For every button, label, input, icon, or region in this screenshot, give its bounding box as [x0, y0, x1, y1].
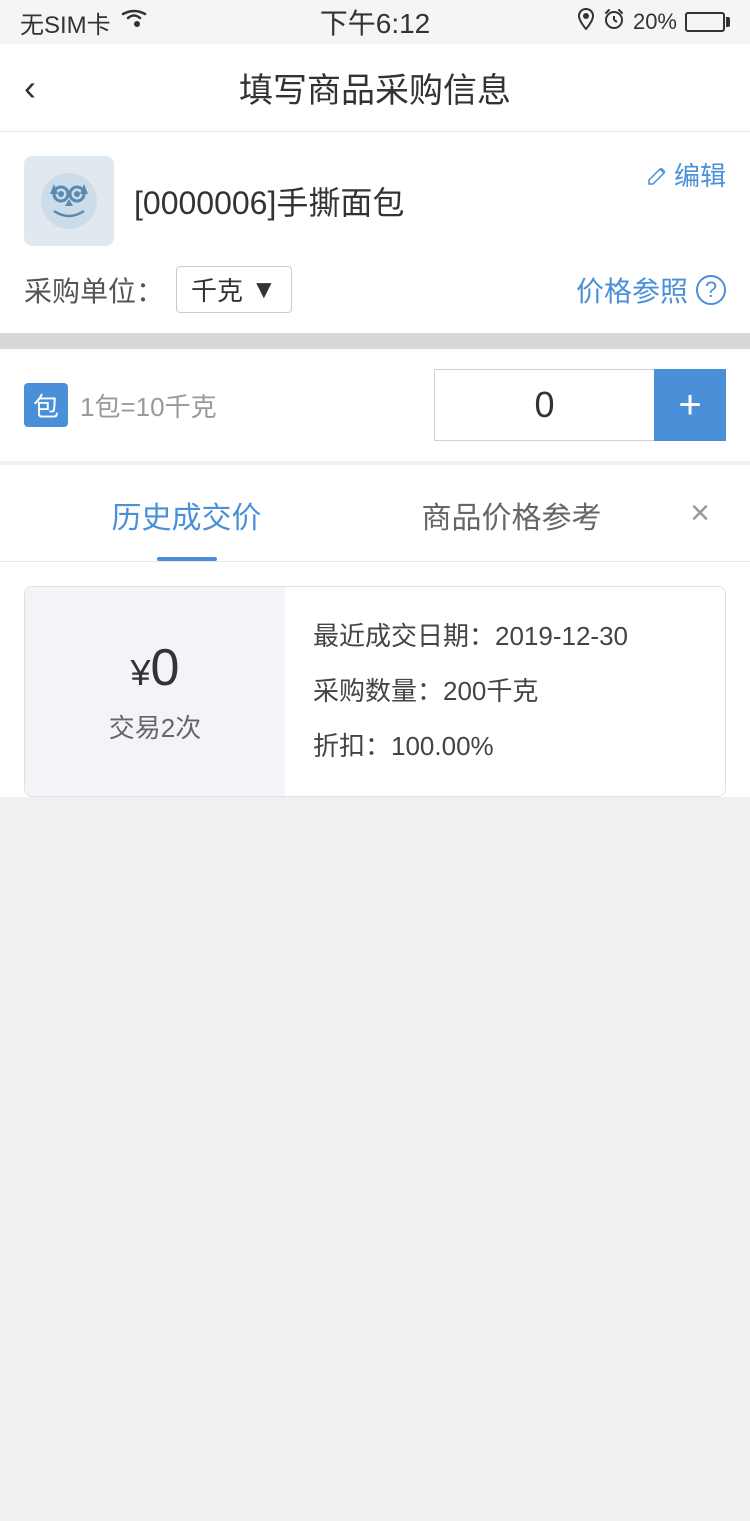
help-icon: ?	[696, 275, 726, 305]
tab-price-ref[interactable]: 商品价格参考	[349, 465, 674, 561]
main-content-bg	[0, 821, 750, 1521]
unit-label: 采购单位：	[24, 270, 164, 310]
quantity-input[interactable]	[434, 369, 654, 441]
conversion-text: 1包=10千克	[80, 387, 217, 424]
quantity-input-group: +	[434, 369, 726, 441]
panel-section: 历史成交价 商品价格参考 × ¥0 交易2次 最近成交日期：2019-12-30…	[0, 465, 750, 797]
status-left: 无SIM卡	[20, 5, 149, 40]
unit-badge: 包	[24, 383, 68, 427]
product-section: [0000006]手撕面包 编辑 采购单位： 千克 ▼ 价格参照 ?	[0, 132, 750, 333]
battery-percent: 20%	[633, 9, 677, 35]
quantity-row: 包 1包=10千克 +	[0, 349, 750, 461]
trade-count: 交易2次	[109, 708, 201, 745]
status-time: 下午6:12	[320, 2, 431, 42]
back-button[interactable]: ‹	[24, 67, 36, 109]
section-divider	[0, 333, 750, 349]
status-bar: 无SIM卡 下午6:12 20%	[0, 0, 750, 44]
nav-bar: ‹ 填写商品采购信息	[0, 44, 750, 132]
unit-value: 千克	[191, 271, 243, 308]
product-unit-row: 采购单位： 千克 ▼ 价格参照 ?	[24, 266, 726, 313]
battery-icon	[685, 12, 730, 32]
quantity-unit-info: 包 1包=10千克	[24, 383, 217, 427]
transaction-card: ¥0 交易2次 最近成交日期：2019-12-30 采购数量：200千克 折扣：…	[24, 586, 726, 797]
unit-selector[interactable]: 千克 ▼	[176, 266, 292, 313]
carrier-text: 无SIM卡	[20, 5, 111, 40]
product-thumbnail	[24, 156, 114, 246]
currency-symbol: ¥	[131, 652, 151, 693]
product-name: [0000006]手撕面包	[134, 178, 404, 224]
price-display: ¥0	[131, 638, 180, 698]
status-right: 20%	[577, 8, 730, 36]
location-icon	[577, 8, 595, 36]
discount: 折扣：100.00%	[313, 727, 697, 766]
product-header: [0000006]手撕面包 编辑	[24, 156, 726, 246]
last-trade-date: 最近成交日期：2019-12-30	[313, 617, 697, 656]
price-value: 0	[151, 639, 180, 697]
tab-history-price[interactable]: 历史成交价	[24, 465, 349, 561]
product-image	[34, 166, 104, 236]
tabs-row: 历史成交价 商品价格参考 ×	[0, 465, 750, 562]
card-price-summary: ¥0 交易2次	[25, 587, 285, 796]
unit-arrow-icon: ▼	[251, 274, 277, 305]
close-panel-button[interactable]: ×	[674, 487, 726, 539]
purchase-quantity: 采购数量：200千克	[313, 672, 697, 711]
product-left: [0000006]手撕面包	[24, 156, 404, 246]
wifi-icon	[119, 8, 149, 37]
page-title: 填写商品采购信息	[239, 63, 511, 112]
card-details: 最近成交日期：2019-12-30 采购数量：200千克 折扣：100.00%	[285, 587, 725, 796]
edit-button[interactable]: 编辑	[646, 156, 726, 193]
quantity-plus-button[interactable]: +	[654, 369, 726, 441]
price-ref-button[interactable]: 价格参照 ?	[576, 270, 726, 310]
price-ref-label: 价格参照	[576, 270, 688, 310]
alarm-icon	[603, 8, 625, 36]
